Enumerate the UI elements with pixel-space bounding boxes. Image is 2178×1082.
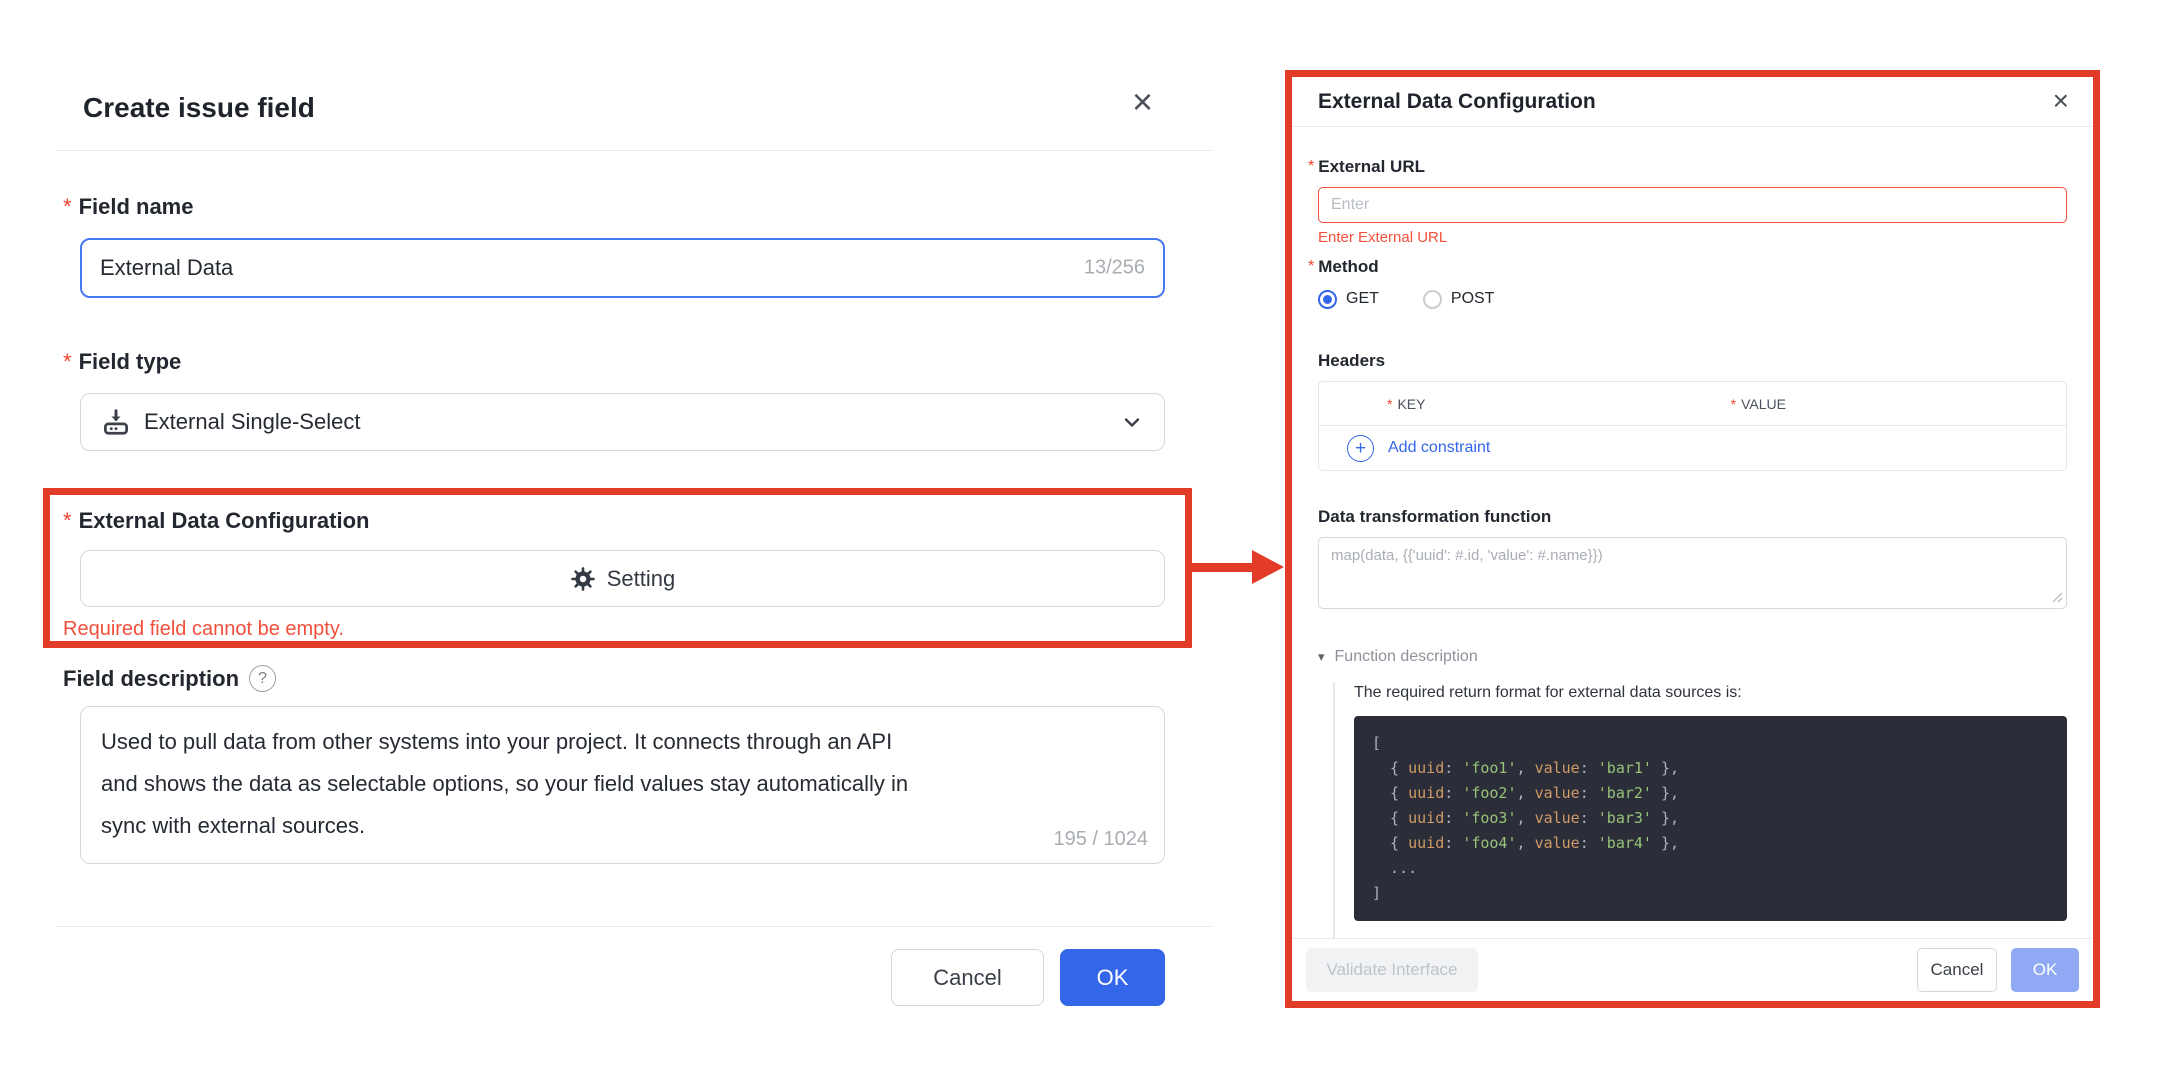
create-issue-field-dialog: Create issue field × * Field name 13/256…: [55, 62, 1213, 1030]
headers-table-header-row: * KEY * VALUE: [1319, 382, 2066, 426]
close-icon[interactable]: ×: [2053, 85, 2069, 117]
dialog-title: External Data Configuration: [1318, 89, 1596, 113]
function-description-toggle-label: Function description: [1334, 648, 1478, 665]
add-constraint-row[interactable]: + Add constraint: [1319, 426, 2066, 470]
header-divider: [55, 150, 1213, 151]
required-asterisk: *: [63, 194, 72, 219]
headers-table: * KEY * VALUE + Add constraint: [1318, 381, 2067, 471]
external-url-error: Enter External URL: [1318, 229, 1448, 246]
dialog-header: Create issue field ×: [55, 62, 1213, 126]
field-type-select[interactable]: External Single-Select: [80, 393, 1165, 451]
method-radio-group: GET POST: [1318, 289, 2067, 309]
external-url-label: * External URL: [1308, 157, 2067, 177]
setting-button[interactable]: Setting: [80, 550, 1165, 607]
dialog-footer: Validate Interface Cancel OK: [1292, 938, 2093, 1001]
field-description-textarea[interactable]: Used to pull data from other systems int…: [80, 706, 1165, 864]
cancel-button[interactable]: Cancel: [891, 949, 1044, 1006]
add-constraint-link[interactable]: Add constraint: [1388, 439, 1490, 457]
external-url-input[interactable]: [1318, 187, 2067, 223]
field-description-counter: 195 / 1024: [1053, 828, 1148, 850]
external-config-error: Required field cannot be empty.: [63, 618, 344, 640]
field-name-input[interactable]: [82, 255, 1163, 281]
field-description-label: Field description ?: [63, 665, 1165, 692]
transform-function-label: Data transformation function: [1318, 507, 2067, 527]
setting-button-label: Setting: [606, 565, 676, 591]
dialog-footer: Cancel OK: [55, 927, 1213, 1030]
headers-label: Headers: [1318, 351, 2067, 371]
required-asterisk: *: [1308, 158, 1315, 175]
required-asterisk: *: [1308, 258, 1315, 275]
required-asterisk: *: [63, 349, 72, 374]
field-description-label-text: Field description: [63, 666, 240, 691]
footer-buttons: Cancel OK: [1917, 948, 2079, 992]
close-icon[interactable]: ×: [1132, 84, 1153, 120]
radio-get[interactable]: GET: [1318, 289, 1379, 309]
plus-icon: +: [1347, 434, 1374, 462]
cancel-button[interactable]: Cancel: [1917, 948, 1997, 992]
transform-function-textarea[interactable]: [1318, 537, 2067, 609]
external-data-configuration-dialog: External Data Configuration × * External…: [1285, 70, 2100, 1008]
help-icon[interactable]: ?: [249, 665, 277, 692]
ok-button[interactable]: OK: [1060, 949, 1165, 1006]
headers-label-text: Headers: [1318, 351, 1386, 370]
function-description-intro: The required return format for external …: [1354, 684, 1742, 701]
validate-interface-button[interactable]: Validate Interface: [1306, 948, 1478, 992]
gear-icon: [570, 566, 596, 592]
function-description-toggle[interactable]: ▾ Function description: [1318, 648, 2067, 666]
dialog-body: * Field name 13/256 * Field type Externa…: [55, 193, 1213, 864]
field-type-value: External Single-Select: [144, 409, 361, 434]
radio-post[interactable]: POST: [1422, 289, 1495, 309]
field-type-label-text: Field type: [78, 349, 182, 374]
caret-down-icon: ▾: [1318, 649, 1325, 664]
annotation-arrowhead: [1252, 550, 1284, 584]
key-column-label: KEY: [1397, 395, 1426, 412]
chevron-down-icon: [1120, 410, 1144, 434]
field-name-label-text: Field name: [78, 194, 194, 219]
transform-function-wrap: [1318, 527, 2067, 648]
field-description-value: Used to pull data from other systems int…: [101, 729, 909, 838]
field-name-label: * Field name: [63, 193, 1165, 220]
method-label-text: Method: [1318, 257, 1379, 276]
value-column-header: * VALUE: [1663, 396, 2066, 412]
field-name-counter: 13/256: [1083, 256, 1145, 279]
function-description-panel: The required return format for external …: [1333, 682, 2067, 938]
external-url-label-text: External URL: [1318, 157, 1425, 176]
external-config-label: * External Data Configuration: [63, 507, 1165, 534]
field-type-label: * Field type: [63, 348, 1165, 375]
radio-post-label: POST: [1450, 290, 1495, 307]
radio-get-label: GET: [1346, 290, 1379, 307]
required-asterisk: *: [1730, 395, 1737, 412]
external-config-label-text: External Data Configuration: [78, 508, 370, 533]
method-label: * Method: [1308, 257, 2067, 277]
required-asterisk: *: [63, 508, 72, 533]
radio-get-dot: [1318, 289, 1337, 309]
dialog-body: * External URL Enter External URL * Meth…: [1292, 127, 2093, 938]
field-name-input-wrap: 13/256: [80, 238, 1165, 298]
transform-function-label-text: Data transformation function: [1318, 507, 1552, 526]
key-column-header: * KEY: [1319, 396, 1663, 412]
external-data-device-icon: [101, 407, 131, 437]
required-asterisk: *: [1387, 395, 1393, 412]
dialog-header: External Data Configuration ×: [1292, 77, 2093, 127]
value-column-label: VALUE: [1741, 395, 1786, 412]
ok-button[interactable]: OK: [2011, 948, 2079, 992]
code-block: [ { uuid: 'foo1', value: 'bar1' }, { uui…: [1354, 716, 2067, 921]
annotation-arrow: [1192, 563, 1254, 572]
dialog-title: Create issue field: [83, 92, 315, 123]
resize-handle-icon[interactable]: [2052, 590, 2063, 608]
radio-post-dot: [1422, 289, 1442, 309]
